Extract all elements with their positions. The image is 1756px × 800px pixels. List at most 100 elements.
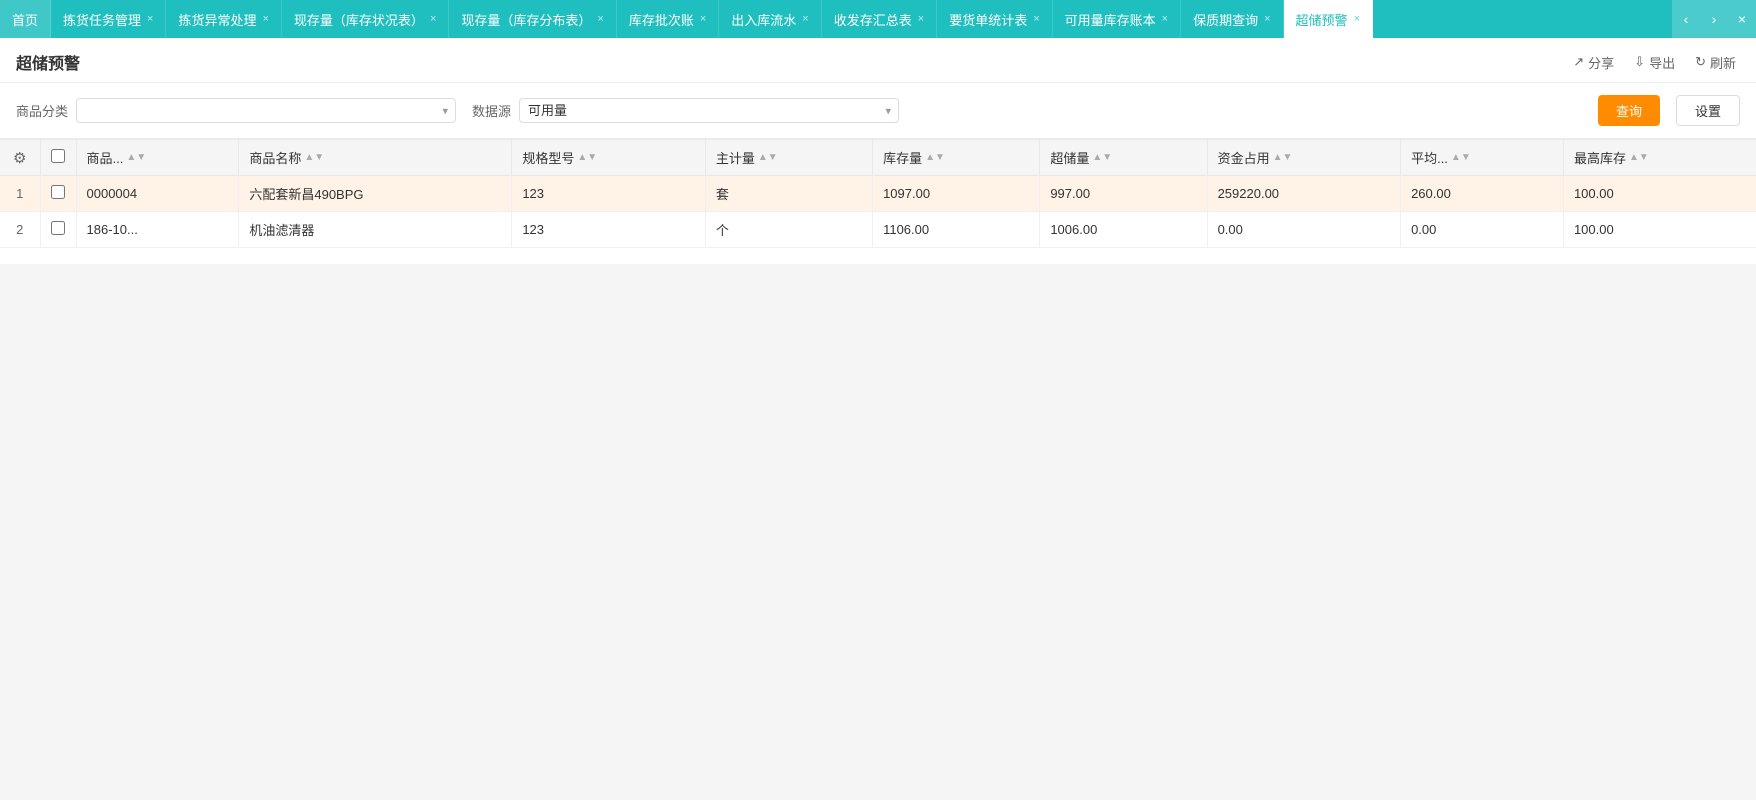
col-overstock: 超储量 ▲▼	[1040, 140, 1207, 176]
page-title: 超储预警	[16, 50, 80, 74]
nav-avail-ledger-close[interactable]: ×	[1162, 13, 1168, 25]
table-row: 1 0000004 六配套新昌490BPG 123 套 1097.00 997.…	[0, 176, 1756, 212]
category-select[interactable]	[76, 98, 456, 123]
sort-spec-icon[interactable]: ▲▼	[577, 153, 597, 163]
row-2-avg: 0.00	[1401, 212, 1564, 248]
nav-stock-dist-label: 现存量（库存分布表）	[461, 10, 591, 29]
row-1-checkbox-cell	[40, 176, 76, 212]
nav-arrows: ‹ › ×	[1672, 0, 1756, 38]
sort-product-name-icon[interactable]: ▲▼	[304, 153, 324, 163]
share-button[interactable]: ↗ 分享	[1569, 51, 1618, 74]
row-2-product-name: 机油滤清器	[239, 212, 512, 248]
nav-expiry[interactable]: 保质期查询 ×	[1181, 0, 1283, 38]
datasource-label: 数据源	[472, 101, 511, 120]
row-1-unit: 套	[705, 176, 872, 212]
query-button[interactable]: 查询	[1598, 95, 1660, 126]
nav-receipt-summary-close[interactable]: ×	[918, 13, 924, 25]
row-2-product-code: 186-10...	[76, 212, 239, 248]
page-header: 超储预警 ↗ 分享 ⇩ 导出 ↻ 刷新	[0, 38, 1756, 83]
refresh-button[interactable]: ↻ 刷新	[1691, 51, 1740, 74]
nav-stock-status[interactable]: 现存量（库存状况表） ×	[282, 0, 449, 38]
nav-receipt-summary[interactable]: 收发存汇总表 ×	[822, 0, 937, 38]
nav-exception[interactable]: 拣货异常处理 ×	[166, 0, 281, 38]
row-2-spec: 123	[512, 212, 706, 248]
col-unit: 主计量 ▲▼	[705, 140, 872, 176]
nav-batch-acct-close[interactable]: ×	[700, 13, 706, 25]
nav-overstock-label: 超储预警	[1296, 10, 1348, 29]
nav-home-label: 首页	[12, 10, 38, 29]
row-1-num: 1	[0, 176, 40, 212]
col-avg: 平均... ▲▼	[1401, 140, 1564, 176]
header-actions: ↗ 分享 ⇩ 导出 ↻ 刷新	[1569, 51, 1740, 74]
refresh-label: 刷新	[1710, 53, 1736, 72]
col-spec: 规格型号 ▲▼	[512, 140, 706, 176]
row-2-stock: 1106.00	[873, 212, 1040, 248]
filter-actions: 查询 设置	[1598, 95, 1740, 126]
row-1-spec: 123	[512, 176, 706, 212]
row-2-checkbox[interactable]	[51, 221, 65, 235]
nav-order-stats-close[interactable]: ×	[1033, 13, 1039, 25]
nav-stock-dist[interactable]: 现存量（库存分布表） ×	[449, 0, 616, 38]
row-2-checkbox-cell	[40, 212, 76, 248]
col-product-code: 商品... ▲▼	[76, 140, 239, 176]
export-button[interactable]: ⇩ 导出	[1630, 51, 1679, 74]
col-max-stock: 最高库存 ▲▼	[1563, 140, 1756, 176]
export-label: 导出	[1649, 53, 1675, 72]
nav-close-all-button[interactable]: ×	[1728, 0, 1756, 38]
nav-flow-close[interactable]: ×	[802, 13, 808, 25]
row-2-overstock: 1006.00	[1040, 212, 1207, 248]
sort-avg-icon[interactable]: ▲▼	[1451, 153, 1471, 163]
select-all-checkbox[interactable]	[51, 149, 65, 163]
nav-flow-label: 出入库流水	[731, 10, 796, 29]
row-1-product-code: 0000004	[76, 176, 239, 212]
category-select-wrapper: ▾	[76, 98, 456, 123]
nav-order-stats-label: 要货单统计表	[949, 10, 1027, 29]
nav-task-mgmt[interactable]: 拣货任务管理 ×	[51, 0, 166, 38]
export-icon: ⇩	[1634, 54, 1645, 70]
datasource-select[interactable]: 可用量 库存量	[519, 98, 899, 123]
settings-gear-icon[interactable]: ⚙	[13, 150, 26, 167]
nav-stock-status-label: 现存量（库存状况表）	[294, 10, 424, 29]
sort-capital-icon[interactable]: ▲▼	[1273, 153, 1293, 163]
nav-task-mgmt-close[interactable]: ×	[147, 13, 153, 25]
col-gear: ⚙	[0, 140, 40, 176]
nav-home[interactable]: 首页	[0, 0, 51, 38]
overstock-table: ⚙ 商品... ▲▼ 商品名称 ▲▼	[0, 139, 1756, 248]
category-label: 商品分类	[16, 101, 68, 120]
col-stock: 库存量 ▲▼	[873, 140, 1040, 176]
nav-exception-close[interactable]: ×	[262, 13, 268, 25]
row-2-max-stock: 100.00	[1563, 212, 1756, 248]
table-container: ⚙ 商品... ▲▼ 商品名称 ▲▼	[0, 139, 1756, 264]
row-1-stock: 1097.00	[873, 176, 1040, 212]
nav-order-stats[interactable]: 要货单统计表 ×	[937, 0, 1052, 38]
nav-stock-status-close[interactable]: ×	[430, 13, 436, 25]
sort-stock-icon[interactable]: ▲▼	[925, 153, 945, 163]
row-1-avg: 260.00	[1401, 176, 1564, 212]
nav-prev-button[interactable]: ‹	[1672, 0, 1700, 38]
nav-overstock[interactable]: 超储预警 ×	[1284, 0, 1373, 38]
datasource-select-wrapper: 可用量 库存量 ▾	[519, 98, 899, 123]
sort-product-code-icon[interactable]: ▲▼	[126, 153, 146, 163]
row-1-product-name: 六配套新昌490BPG	[239, 176, 512, 212]
nav-next-button[interactable]: ›	[1700, 0, 1728, 38]
row-1-checkbox[interactable]	[51, 185, 65, 199]
nav-batch-acct[interactable]: 库存批次账 ×	[617, 0, 719, 38]
share-label: 分享	[1588, 53, 1614, 72]
col-product-name: 商品名称 ▲▼	[239, 140, 512, 176]
top-navigation: 首页 拣货任务管理 × 拣货异常处理 × 现存量（库存状况表） × 现存量（库存…	[0, 0, 1756, 38]
main-content: 超储预警 ↗ 分享 ⇩ 导出 ↻ 刷新 商品分类 ▾	[0, 38, 1756, 264]
refresh-icon: ↻	[1695, 54, 1706, 70]
nav-flow[interactable]: 出入库流水 ×	[719, 0, 821, 38]
row-1-overstock: 997.00	[1040, 176, 1207, 212]
nav-expiry-close[interactable]: ×	[1264, 13, 1270, 25]
col-checkbox	[40, 140, 76, 176]
table-header-row: ⚙ 商品... ▲▼ 商品名称 ▲▼	[0, 140, 1756, 176]
sort-overstock-icon[interactable]: ▲▼	[1092, 153, 1112, 163]
nav-avail-ledger[interactable]: 可用量库存账本 ×	[1053, 0, 1181, 38]
settings-button[interactable]: 设置	[1676, 95, 1740, 126]
sort-unit-icon[interactable]: ▲▼	[758, 153, 778, 163]
nav-stock-dist-close[interactable]: ×	[597, 13, 603, 25]
datasource-filter-group: 数据源 可用量 库存量 ▾	[472, 98, 899, 123]
nav-overstock-close[interactable]: ×	[1354, 13, 1360, 25]
sort-max-stock-icon[interactable]: ▲▼	[1629, 153, 1649, 163]
